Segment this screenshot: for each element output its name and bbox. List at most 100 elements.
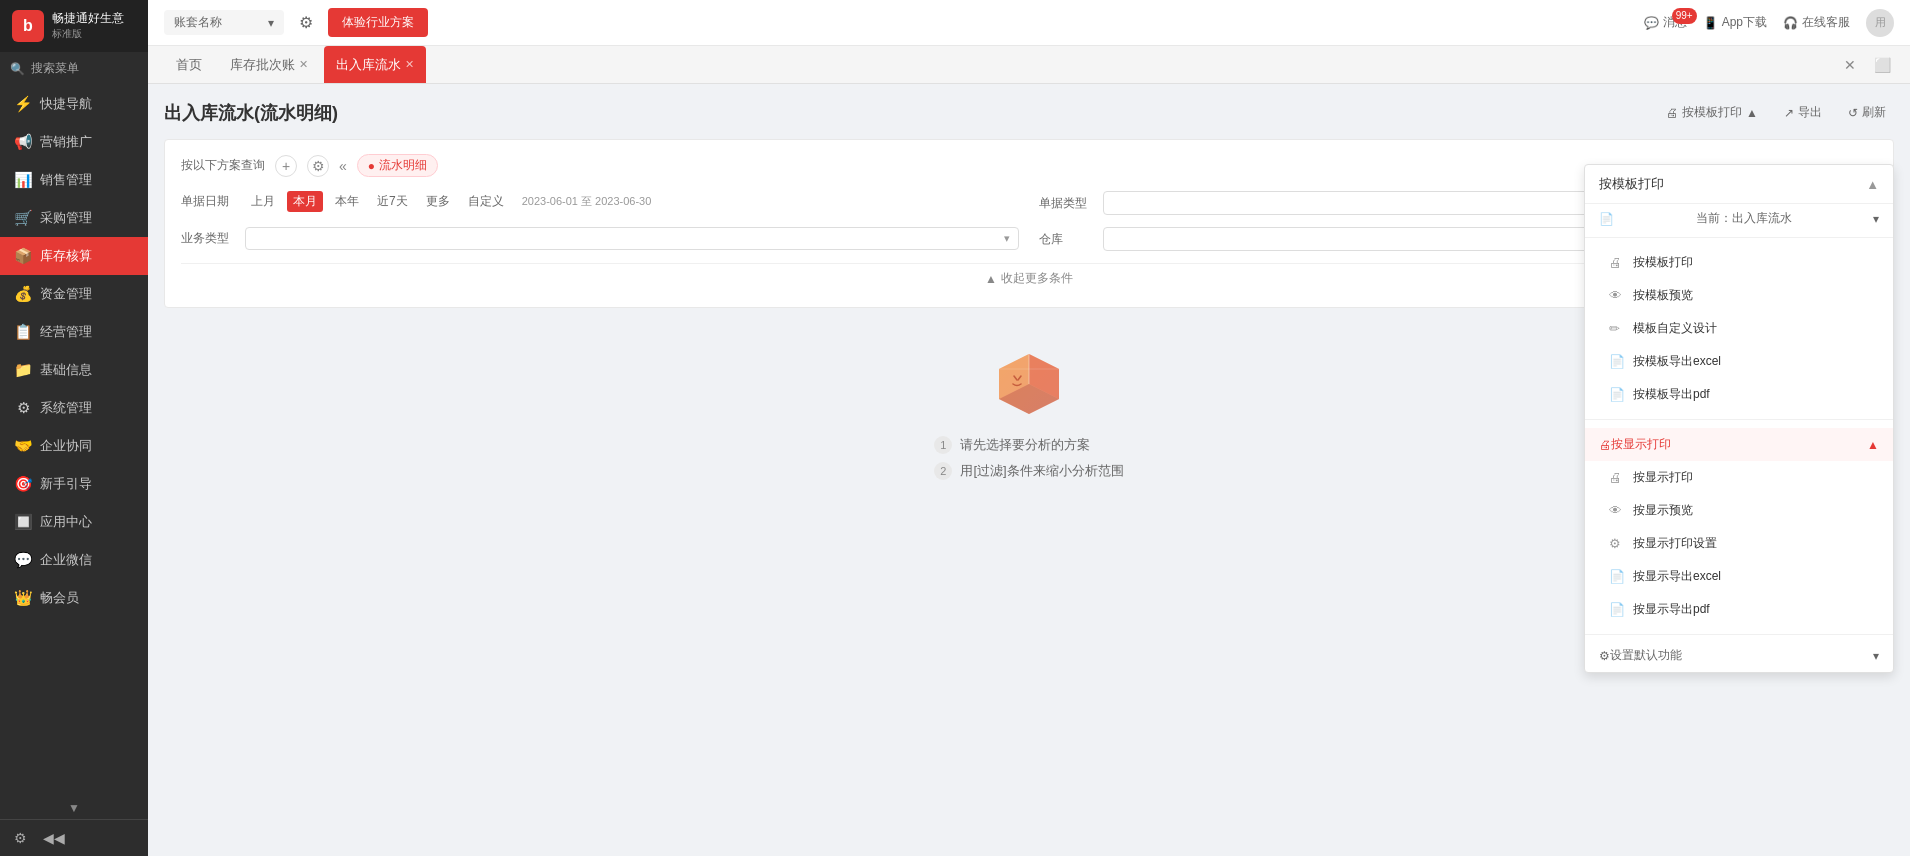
topbar-left: 账套名称 ▾ ⚙ 体验行业方案 <box>164 8 1632 37</box>
headset-icon: 🎧 <box>1783 16 1798 30</box>
sidebar-item-quick-nav[interactable]: ⚡ 快捷导航 <box>0 85 148 123</box>
tabs-close-button[interactable]: ✕ <box>1838 53 1862 77</box>
sidebar-item-enterprise[interactable]: 🤝 企业协同 <box>0 427 148 465</box>
sidebar: b 畅捷通好生意 标准版 🔍 搜索菜单 ⚡ 快捷导航 📢 营销推广 📊 销售管理… <box>0 0 148 856</box>
export-button[interactable]: ↗ 导出 <box>1776 100 1830 125</box>
sidebar-scroll-down[interactable]: ▼ <box>0 797 148 819</box>
date-label: 单据日期 <box>181 193 237 210</box>
customer-service-action[interactable]: 🎧 在线客服 <box>1783 14 1850 31</box>
app-download-icon: 📱 <box>1703 16 1718 30</box>
sidebar-item-label: 营销推广 <box>40 133 92 151</box>
dropdown-footer[interactable]: ⚙ 设置默认功能 ▾ <box>1585 639 1893 672</box>
finance-icon: 💰 <box>14 285 32 303</box>
display-section: 🖨 按显示打印 ▲ 🖨 按显示打印 👁 按显示预览 ⚙ 按显示打印设置 <box>1585 424 1893 630</box>
display-print-label: 按显示打印 <box>1633 469 1693 486</box>
trial-button[interactable]: 体验行业方案 <box>328 8 428 37</box>
settings-bottom-icon[interactable]: ⚙ <box>14 830 27 846</box>
sidebar-item-operations[interactable]: 📋 经营管理 <box>0 313 148 351</box>
print-template-button[interactable]: 🖨 按模板打印 ▲ <box>1658 100 1766 125</box>
sidebar-item-guide[interactable]: 🎯 新手引导 <box>0 465 148 503</box>
date-option-custom[interactable]: 自定义 <box>462 191 510 212</box>
step-1-text: 请先选择要分析的方案 <box>960 436 1090 454</box>
sidebar-item-purchase[interactable]: 🛒 采购管理 <box>0 199 148 237</box>
sidebar-item-label: 新手引导 <box>40 475 92 493</box>
dropdown-collapse-arrow-icon[interactable]: ▲ <box>1866 177 1879 192</box>
display-export-pdf-icon: 📄 <box>1609 602 1625 618</box>
tab-home[interactable]: 首页 <box>164 46 214 83</box>
display-section-header[interactable]: 🖨 按显示打印 ▲ <box>1585 428 1893 461</box>
tab-inventory-batch-close-icon[interactable]: ✕ <box>299 58 308 71</box>
sidebar-item-inventory[interactable]: 📦 库存核算 <box>0 237 148 275</box>
template-customize-item[interactable]: ✏ 模板自定义设计 <box>1585 312 1893 345</box>
sidebar-item-label: 系统管理 <box>40 399 92 417</box>
date-option-last-month[interactable]: 上月 <box>245 191 281 212</box>
filter-add-button[interactable]: + <box>275 155 297 177</box>
message-action[interactable]: 💬 消息 99+ <box>1644 14 1687 31</box>
display-section-collapse-icon: ▲ <box>1867 438 1879 452</box>
sidebar-item-label: 企业协同 <box>40 437 92 455</box>
filter-label: 按以下方案查询 <box>181 157 265 174</box>
sidebar-item-basic-info[interactable]: 📁 基础信息 <box>0 351 148 389</box>
tab-stock-flow[interactable]: 出入库流水 ✕ <box>324 46 426 83</box>
sidebar-item-enterprise-wechat[interactable]: 💬 企业微信 <box>0 541 148 579</box>
sidebar-item-system[interactable]: ⚙ 系统管理 <box>0 389 148 427</box>
message-icon: 💬 <box>1644 16 1659 30</box>
sidebar-item-finance[interactable]: 💰 资金管理 <box>0 275 148 313</box>
sidebar-item-label: 应用中心 <box>40 513 92 531</box>
search-menu-item[interactable]: 🔍 搜索菜单 <box>0 52 148 85</box>
sidebar-item-app-center[interactable]: 🔲 应用中心 <box>0 503 148 541</box>
topbar-right: 💬 消息 99+ 📱 App下载 🎧 在线客服 用 <box>1644 9 1894 37</box>
business-type-select[interactable]: ▾ <box>245 227 1019 250</box>
template-preview-item[interactable]: 👁 按模板预览 <box>1585 279 1893 312</box>
date-option-this-month[interactable]: 本月 <box>287 191 323 212</box>
app-download-action[interactable]: 📱 App下载 <box>1703 14 1767 31</box>
filter-tag[interactable]: ● 流水明细 <box>357 154 438 177</box>
date-range-display: 2023-06-01 至 2023-06-30 <box>522 194 652 209</box>
display-print-item[interactable]: 🖨 按显示打印 <box>1585 461 1893 494</box>
tab-stock-flow-close-icon[interactable]: ✕ <box>405 58 414 71</box>
settings-gear-button[interactable]: ⚙ <box>292 9 320 37</box>
tab-inventory-batch[interactable]: 库存批次账 ✕ <box>218 46 320 83</box>
message-badge: 99+ <box>1672 8 1697 24</box>
user-selector[interactable]: 账套名称 ▾ <box>164 10 284 35</box>
template-export-pdf-label: 按模板导出pdf <box>1633 386 1710 403</box>
refresh-button[interactable]: ↺ 刷新 <box>1840 100 1894 125</box>
date-option-7days[interactable]: 近7天 <box>371 191 414 212</box>
enterprise-icon: 🤝 <box>14 437 32 455</box>
display-preview-item[interactable]: 👁 按显示预览 <box>1585 494 1893 527</box>
filter-collapse-button[interactable]: « <box>339 158 347 174</box>
sidebar-nav: ⚡ 快捷导航 📢 营销推广 📊 销售管理 🛒 采购管理 📦 库存核算 💰 资金管… <box>0 85 148 797</box>
sidebar-item-member[interactable]: 👑 畅会员 <box>0 579 148 617</box>
template-export-excel-item[interactable]: 📄 按模板导出excel <box>1585 345 1893 378</box>
search-icon: 🔍 <box>10 62 25 76</box>
display-export-excel-item[interactable]: 📄 按显示导出excel <box>1585 560 1893 593</box>
tab-stock-flow-label: 出入库流水 <box>336 56 401 74</box>
display-print-settings-item[interactable]: ⚙ 按显示打印设置 <box>1585 527 1893 560</box>
member-icon: 👑 <box>14 589 32 607</box>
collapse-sidebar-icon[interactable]: ◀◀ <box>43 830 65 846</box>
display-export-pdf-item[interactable]: 📄 按显示导出pdf <box>1585 593 1893 626</box>
template-export-excel-label: 按模板导出excel <box>1633 353 1721 370</box>
sidebar-item-label: 库存核算 <box>40 247 92 265</box>
date-option-this-year[interactable]: 本年 <box>329 191 365 212</box>
empty-steps: 1 请先选择要分析的方案 2 用[过滤]条件来缩小分析范围 <box>934 436 1123 480</box>
template-print-item[interactable]: 🖨 按模板打印 <box>1585 246 1893 279</box>
user-avatar[interactable]: 用 <box>1866 9 1894 37</box>
bill-type-label: 单据类型 <box>1039 195 1095 212</box>
page-content: 出入库流水(流水明细) 🖨 按模板打印 ▲ ↗ 导出 ↺ 刷新 <box>148 84 1910 856</box>
date-option-more[interactable]: 更多 <box>420 191 456 212</box>
system-icon: ⚙ <box>14 399 32 417</box>
guide-icon: 🎯 <box>14 475 32 493</box>
page-header: 出入库流水(流水明细) 🖨 按模板打印 ▲ ↗ 导出 ↺ 刷新 <box>164 100 1894 125</box>
tab-home-label: 首页 <box>176 56 202 74</box>
sidebar-item-label: 资金管理 <box>40 285 92 303</box>
template-customize-label: 模板自定义设计 <box>1633 320 1717 337</box>
template-export-pdf-item[interactable]: 📄 按模板导出pdf <box>1585 378 1893 411</box>
step-1-number: 1 <box>934 436 952 454</box>
wechat-icon: 💬 <box>14 551 32 569</box>
tabs-expand-button[interactable]: ⬜ <box>1870 53 1894 77</box>
filter-setting-button[interactable]: ⚙ <box>307 155 329 177</box>
sidebar-item-sales[interactable]: 📊 销售管理 <box>0 161 148 199</box>
sidebar-item-marketing[interactable]: 📢 营销推广 <box>0 123 148 161</box>
app-center-icon: 🔲 <box>14 513 32 531</box>
